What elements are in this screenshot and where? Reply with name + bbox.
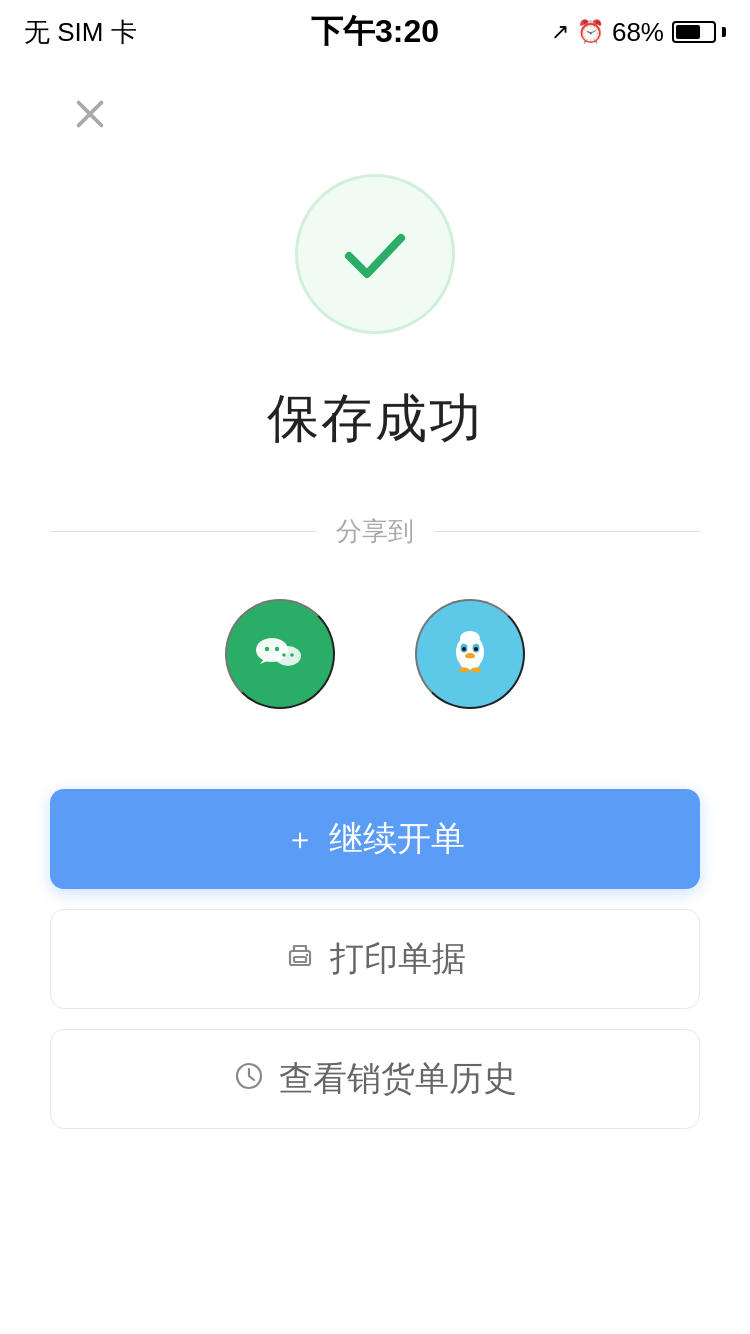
battery-icon: [672, 21, 726, 43]
continue-label: 继续开单: [329, 816, 465, 862]
svg-point-14: [474, 647, 478, 651]
share-label: 分享到: [336, 514, 414, 549]
divider-line-left: [50, 531, 316, 532]
history-label: 查看销货单历史: [279, 1056, 517, 1102]
svg-point-22: [306, 953, 308, 955]
plus-icon: ＋: [285, 819, 315, 860]
alarm-icon: ⏰: [577, 19, 604, 45]
battery-percent: 68%: [612, 17, 664, 48]
divider-line-right: [434, 531, 700, 532]
status-bar: 无 SIM 卡 下午3:20 ↗ ⏰ 68%: [0, 0, 750, 64]
success-icon-circle: [295, 174, 455, 334]
location-icon: ↗: [551, 19, 569, 45]
printer-icon: [284, 940, 316, 979]
main-content: 保存成功 分享到: [0, 64, 750, 1129]
qq-icon: [440, 624, 500, 684]
svg-point-18: [459, 668, 469, 673]
svg-point-16: [460, 631, 480, 645]
clock-icon: [233, 1060, 265, 1099]
svg-point-8: [290, 653, 294, 657]
svg-point-5: [265, 647, 269, 651]
svg-point-13: [462, 647, 466, 651]
action-buttons: ＋ 继续开单 打印单据 查看销货单历史: [50, 789, 700, 1129]
sim-label: 无 SIM 卡: [24, 15, 137, 50]
status-time: 下午3:20: [311, 10, 439, 54]
svg-point-7: [282, 653, 286, 657]
status-left: 无 SIM 卡: [24, 15, 147, 50]
share-divider: 分享到: [50, 514, 700, 549]
share-icons-row: [225, 599, 525, 709]
print-label: 打印单据: [330, 936, 466, 982]
success-title: 保存成功: [267, 384, 483, 454]
svg-point-19: [471, 668, 481, 673]
close-button[interactable]: [60, 84, 120, 144]
qq-share-button[interactable]: [415, 599, 525, 709]
wechat-share-button[interactable]: [225, 599, 335, 709]
print-button[interactable]: 打印单据: [50, 909, 700, 1009]
wechat-icon: [250, 624, 310, 684]
checkmark-icon: [335, 214, 415, 294]
continue-button[interactable]: ＋ 继续开单: [50, 789, 700, 889]
svg-rect-21: [294, 957, 306, 962]
svg-point-6: [275, 647, 279, 651]
status-right: ↗ ⏰ 68%: [551, 17, 726, 48]
history-button[interactable]: 查看销货单历史: [50, 1029, 700, 1129]
